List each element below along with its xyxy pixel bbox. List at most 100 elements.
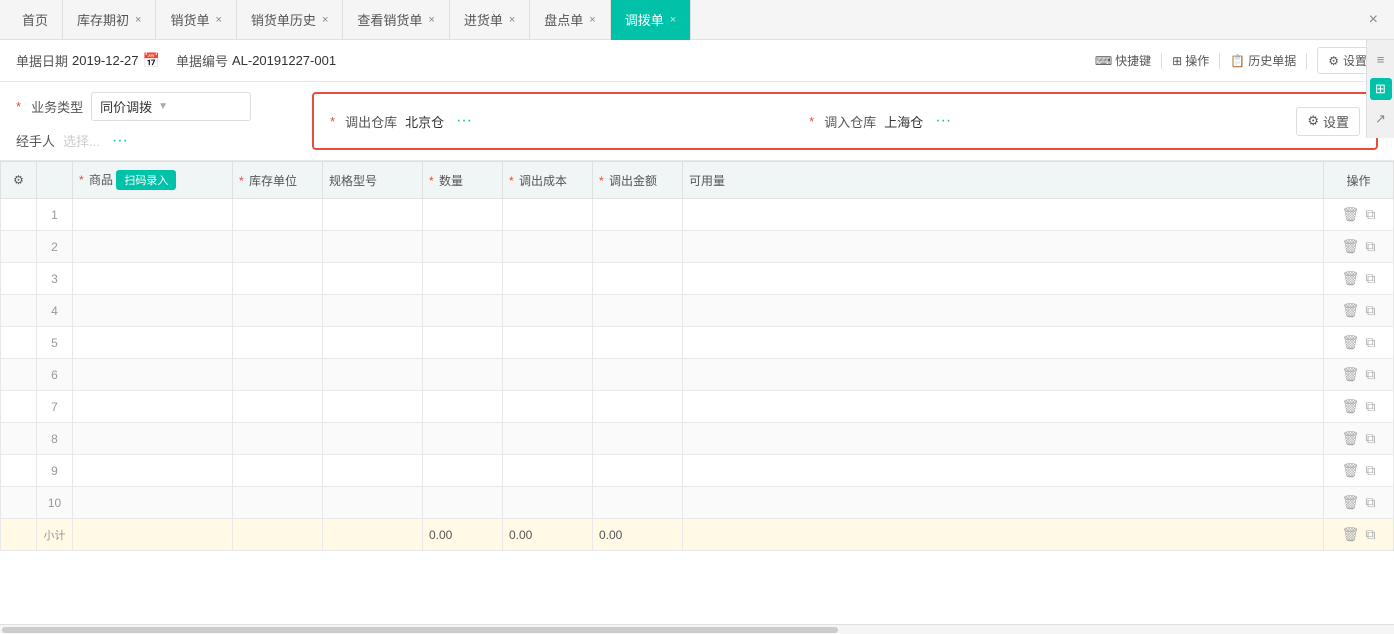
row-spec-cell[interactable]	[323, 295, 423, 327]
row-cost-cell[interactable]	[503, 231, 593, 263]
row-amount-cell[interactable]	[593, 423, 683, 455]
row-spec-cell[interactable]	[323, 231, 423, 263]
row-cost-cell[interactable]	[503, 487, 593, 519]
row-cost-cell[interactable]	[503, 263, 593, 295]
row-amount-cell[interactable]	[593, 327, 683, 359]
tab-home[interactable]: 首页	[8, 0, 63, 40]
tab-close-stock-take[interactable]: ×	[589, 14, 595, 26]
row-amount-cell[interactable]	[593, 487, 683, 519]
row-cost-cell[interactable]	[503, 199, 593, 231]
row-spec-cell[interactable]	[323, 455, 423, 487]
warehouse-settings-button[interactable]: ⚙ 设置	[1296, 107, 1360, 136]
row-unit-cell[interactable]	[233, 295, 323, 327]
tab-close-sales-history[interactable]: ×	[322, 14, 328, 26]
tab-purchase-order[interactable]: 进货单 ×	[450, 0, 530, 40]
row-spec-cell[interactable]	[323, 391, 423, 423]
row-spec-cell[interactable]	[323, 487, 423, 519]
row-amount-cell[interactable]	[593, 455, 683, 487]
row-qty-cell[interactable]	[423, 455, 503, 487]
row-amount-cell[interactable]	[593, 231, 683, 263]
row-unit-cell[interactable]	[233, 423, 323, 455]
scrollbar-thumb[interactable]	[2, 627, 838, 633]
row-spec-cell[interactable]	[323, 423, 423, 455]
delete-icon[interactable]: 🗑	[1342, 526, 1360, 543]
copy-icon[interactable]: ⧉	[1365, 334, 1375, 351]
sidebar-list-icon[interactable]: ≡	[1370, 48, 1392, 70]
operation-button[interactable]: ⊞ 操作	[1172, 52, 1209, 69]
row-qty-cell[interactable]	[423, 487, 503, 519]
th-settings[interactable]: ⚙	[1, 162, 37, 199]
delete-icon[interactable]: 🗑	[1342, 462, 1360, 479]
person-more-button[interactable]: ···	[112, 132, 128, 150]
row-spec-cell[interactable]	[323, 199, 423, 231]
row-unit-cell[interactable]	[233, 199, 323, 231]
row-qty-cell[interactable]	[423, 327, 503, 359]
row-product-cell[interactable]	[73, 263, 233, 295]
row-spec-cell[interactable]	[323, 263, 423, 295]
row-unit-cell[interactable]	[233, 231, 323, 263]
person-placeholder[interactable]: 选择...	[63, 131, 100, 150]
copy-icon[interactable]: ⧉	[1365, 494, 1375, 511]
tab-close-view-sales[interactable]: ×	[428, 14, 434, 26]
delete-icon[interactable]: 🗑	[1342, 206, 1360, 223]
tab-inventory-init[interactable]: 库存期初 ×	[63, 0, 156, 40]
copy-icon[interactable]: ⧉	[1365, 398, 1375, 415]
table-settings-icon[interactable]: ⚙	[13, 173, 24, 187]
row-cost-cell[interactable]	[503, 359, 593, 391]
row-unit-cell[interactable]	[233, 359, 323, 391]
row-spec-cell[interactable]	[323, 359, 423, 391]
row-qty-cell[interactable]	[423, 263, 503, 295]
row-product-cell[interactable]	[73, 391, 233, 423]
tab-sales-order[interactable]: 销货单 ×	[156, 0, 236, 40]
row-product-cell[interactable]	[73, 487, 233, 519]
row-product-cell[interactable]	[73, 231, 233, 263]
row-product-cell[interactable]	[73, 295, 233, 327]
copy-icon[interactable]: ⧉	[1365, 462, 1375, 479]
delete-icon[interactable]: 🗑	[1342, 494, 1360, 511]
delete-icon[interactable]: 🗑	[1342, 430, 1360, 447]
row-amount-cell[interactable]	[593, 295, 683, 327]
copy-icon[interactable]: ⧉	[1365, 270, 1375, 287]
row-product-cell[interactable]	[73, 455, 233, 487]
copy-icon[interactable]: ⧉	[1365, 206, 1375, 223]
shortcut-button[interactable]: ⌨ 快捷键	[1095, 52, 1151, 69]
row-amount-cell[interactable]	[593, 263, 683, 295]
row-product-cell[interactable]	[73, 199, 233, 231]
row-product-cell[interactable]	[73, 327, 233, 359]
tab-close-purchase-order[interactable]: ×	[509, 14, 515, 26]
window-close-button[interactable]: ×	[1369, 11, 1378, 29]
delete-icon[interactable]: 🗑	[1342, 238, 1360, 255]
copy-icon[interactable]: ⧉	[1365, 366, 1375, 383]
tab-sales-history[interactable]: 销货单历史 ×	[237, 0, 343, 40]
row-qty-cell[interactable]	[423, 359, 503, 391]
row-unit-cell[interactable]	[233, 455, 323, 487]
row-cost-cell[interactable]	[503, 455, 593, 487]
tab-stock-take[interactable]: 盘点单 ×	[530, 0, 610, 40]
tab-view-sales[interactable]: 查看销货单 ×	[343, 0, 449, 40]
transfer-in-value[interactable]: 上海仓	[884, 112, 923, 131]
row-amount-cell[interactable]	[593, 359, 683, 391]
row-cost-cell[interactable]	[503, 295, 593, 327]
delete-icon[interactable]: 🗑	[1342, 398, 1360, 415]
copy-icon[interactable]: ⧉	[1365, 302, 1375, 319]
copy-icon[interactable]: ⧉	[1365, 430, 1375, 447]
row-unit-cell[interactable]	[233, 327, 323, 359]
horizontal-scrollbar[interactable]	[0, 624, 1394, 634]
row-qty-cell[interactable]	[423, 295, 503, 327]
transfer-out-more-button[interactable]: ···	[456, 112, 472, 130]
tab-transfer-order[interactable]: 调拨单 ×	[611, 0, 691, 40]
copy-icon[interactable]: ⧉	[1365, 526, 1375, 543]
row-product-cell[interactable]	[73, 423, 233, 455]
row-spec-cell[interactable]	[323, 327, 423, 359]
copy-icon[interactable]: ⧉	[1365, 238, 1375, 255]
row-cost-cell[interactable]	[503, 391, 593, 423]
row-qty-cell[interactable]	[423, 231, 503, 263]
row-qty-cell[interactable]	[423, 423, 503, 455]
tab-close-sales-order[interactable]: ×	[215, 14, 221, 26]
transfer-in-more-button[interactable]: ···	[935, 112, 951, 130]
row-qty-cell[interactable]	[423, 199, 503, 231]
delete-icon[interactable]: 🗑	[1342, 366, 1360, 383]
row-cost-cell[interactable]	[503, 423, 593, 455]
delete-icon[interactable]: 🗑	[1342, 302, 1360, 319]
sidebar-external-link-icon[interactable]: ↗	[1370, 108, 1392, 130]
